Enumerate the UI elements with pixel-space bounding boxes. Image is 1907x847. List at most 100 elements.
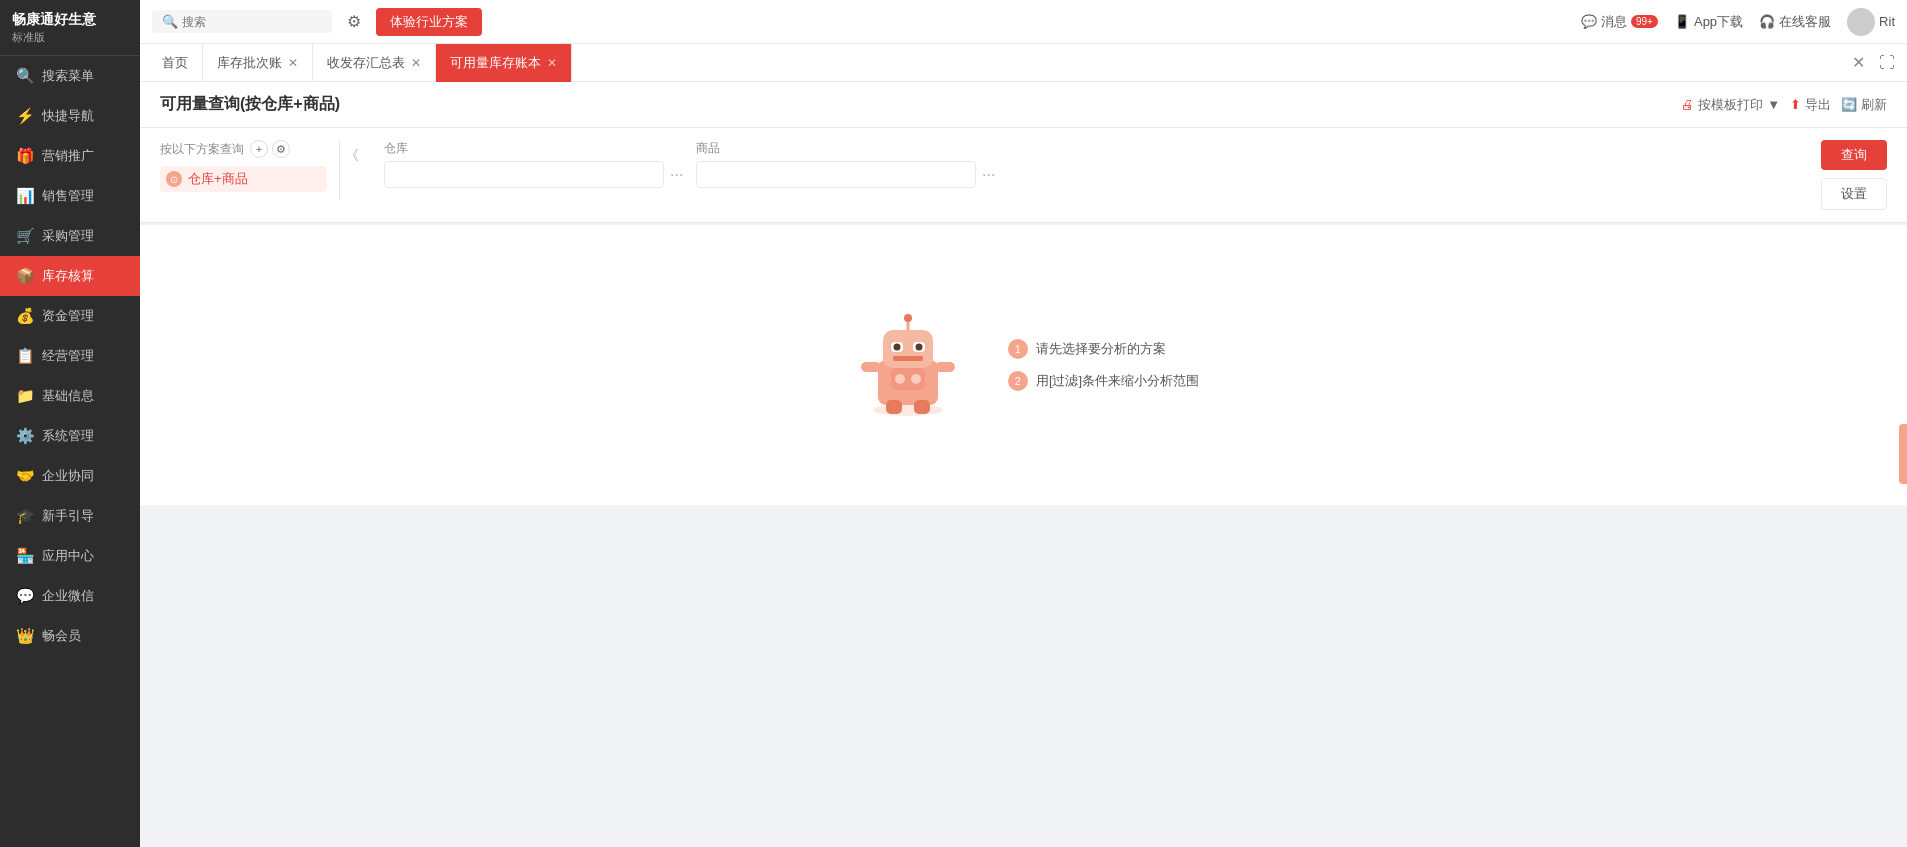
avatar xyxy=(1847,8,1875,36)
warehouse-input[interactable] xyxy=(384,161,664,188)
tab-batch-close-icon[interactable]: ✕ xyxy=(288,56,298,70)
tab-available[interactable]: 可用量库存账本 ✕ xyxy=(436,44,572,82)
tab-expand-icon[interactable]: ⛶ xyxy=(1875,50,1899,76)
tab-close-all-icon[interactable]: ✕ xyxy=(1848,49,1869,76)
sidebar-icon-operation: 📋 xyxy=(16,347,34,365)
sidebar-item-system[interactable]: ⚙️ 系统管理 xyxy=(0,416,140,456)
settings-button[interactable]: 设置 xyxy=(1821,178,1887,210)
sidebar-item-guide[interactable]: 🎓新手引导 xyxy=(0,496,140,536)
scheme-item-warehouse-goods[interactable]: ⊙ 仓库+商品 xyxy=(160,166,327,192)
sidebar-icon-system: ⚙️ xyxy=(16,427,34,445)
sidebar-label-sales: 销售管理 xyxy=(42,187,94,205)
empty-state-content: 1 请先选择要分析的方案 2 用[过滤]条件来缩小分析范围 xyxy=(848,305,1199,425)
export-action[interactable]: ⬆ 导出 xyxy=(1790,96,1831,114)
search-input[interactable] xyxy=(182,15,302,29)
sidebar-item-shortcut[interactable]: ⚡快捷导航 xyxy=(0,96,140,136)
sidebar-item-purchase[interactable]: 🛒采购管理 xyxy=(0,216,140,256)
tab-batch-label: 库存批次账 xyxy=(217,54,282,72)
sidebar-item-search[interactable]: 🔍搜索菜单 xyxy=(0,56,140,96)
goods-field-row: ··· xyxy=(696,161,996,188)
trial-button[interactable]: 体验行业方案 xyxy=(376,8,482,36)
tab-summary[interactable]: 收发存汇总表 ✕ xyxy=(313,44,436,82)
sidebar-item-marketing[interactable]: 🎁 营销推广 xyxy=(0,136,140,176)
tab-home-label: 首页 xyxy=(162,54,188,72)
scheme-settings-button[interactable]: ⚙ xyxy=(272,140,290,158)
sidebar-label-guide: 新手引导 xyxy=(42,507,94,525)
sidebar-item-wechat[interactable]: 💬 企业微信 xyxy=(0,576,140,616)
svg-rect-12 xyxy=(886,400,902,414)
sidebar-logo: 畅康通好生意 标准版 xyxy=(0,0,140,56)
sidebar-label-system: 系统管理 xyxy=(42,427,94,445)
app-label: App下载 xyxy=(1694,13,1743,31)
query-button[interactable]: 查询 xyxy=(1821,140,1887,170)
sidebar-icon-cooperation: 🤝 xyxy=(16,467,34,485)
warehouse-field-label: 仓库 xyxy=(384,140,684,157)
topbar-gear-icon[interactable]: ⚙ xyxy=(340,8,368,36)
filter-label-title: 按以下方案查询 + ⚙ xyxy=(160,140,327,158)
sidebar-item-finance[interactable]: 💰资金管理 xyxy=(0,296,140,336)
hint-number-2: 2 xyxy=(1008,371,1028,391)
sidebar-icon-basic: 📁 xyxy=(16,387,34,405)
topbar-search-box[interactable]: 🔍 xyxy=(152,10,332,33)
filter-fields: 仓库 ··· 商品 ··· xyxy=(364,140,1801,188)
sidebar-nav: 🔍搜索菜单⚡快捷导航 🎁 营销推广 📊销售管理🛒采购管理📦库存核算💰资金管理📋经营管理… xyxy=(0,56,140,847)
topbar: 🔍 ⚙ 体验行业方案 💬 消息 99+ 📱 App下载 🎧 在线客服 Rit xyxy=(140,0,1907,44)
export-label: 导出 xyxy=(1805,96,1831,114)
tabs-bar-end: ✕ ⛶ xyxy=(1848,49,1907,76)
warehouse-more-icon[interactable]: ··· xyxy=(670,166,683,184)
goods-input[interactable] xyxy=(696,161,976,188)
sidebar-logo-sub: 标准版 xyxy=(12,30,128,45)
sidebar-item-inventory[interactable]: 📦库存核算 xyxy=(0,256,140,296)
print-dropdown-icon[interactable]: ▼ xyxy=(1767,97,1780,112)
sidebar-logo-title: 畅康通好生意 xyxy=(12,10,128,30)
tab-summary-close-icon[interactable]: ✕ xyxy=(411,56,421,70)
sidebar: 畅康通好生意 标准版 🔍搜索菜单⚡快捷导航 🎁 营销推广 📊销售管理🛒采购管理📦库存核… xyxy=(0,0,140,847)
scheme-gear-icon: ⚙ xyxy=(276,143,286,156)
refresh-action[interactable]: 🔄 刷新 xyxy=(1841,96,1887,114)
right-scrollbar-indicator[interactable] xyxy=(1899,424,1907,484)
sidebar-item-cooperation[interactable]: 🤝 企业协同 xyxy=(0,456,140,496)
add-icon: + xyxy=(256,143,262,155)
goods-more-icon[interactable]: ··· xyxy=(982,166,995,184)
tab-batch[interactable]: 库存批次账 ✕ xyxy=(203,44,313,82)
tab-available-close-icon[interactable]: ✕ xyxy=(547,56,557,70)
sidebar-label-cooperation: 企业协同 xyxy=(42,467,94,485)
print-label: 按模板打印 xyxy=(1698,96,1763,114)
sidebar-icon-marketing: 🎁 xyxy=(16,147,34,165)
sidebar-item-sales[interactable]: 📊销售管理 xyxy=(0,176,140,216)
sidebar-item-member[interactable]: 👑畅会员 xyxy=(0,616,140,656)
sidebar-label-purchase: 采购管理 xyxy=(42,227,94,245)
empty-state: 1 请先选择要分析的方案 2 用[过滤]条件来缩小分析范围 xyxy=(140,225,1907,505)
tab-available-label: 可用量库存账本 xyxy=(450,54,541,72)
message-icon: 💬 xyxy=(1581,14,1597,29)
service-item[interactable]: 🎧 在线客服 xyxy=(1759,13,1831,31)
message-item[interactable]: 💬 消息 99+ xyxy=(1581,13,1658,31)
user-item[interactable]: Rit xyxy=(1847,8,1895,36)
warehouse-field-row: ··· xyxy=(384,161,684,188)
sidebar-label-marketing: 营销推广 xyxy=(42,147,94,165)
goods-field-label: 商品 xyxy=(696,140,996,157)
tab-home[interactable]: 首页 xyxy=(148,44,203,82)
svg-rect-13 xyxy=(914,400,930,414)
add-scheme-button[interactable]: + xyxy=(250,140,268,158)
hint-text-2: 用[过滤]条件来缩小分析范围 xyxy=(1036,372,1199,390)
sidebar-label-wechat: 企业微信 xyxy=(42,587,94,605)
filter-collapse-button[interactable]: 《 xyxy=(340,144,364,168)
sidebar-icon-search: 🔍 xyxy=(16,67,34,85)
sidebar-item-operation[interactable]: 📋经营管理 xyxy=(0,336,140,376)
page-header-actions: 🖨 按模板打印 ▼ ⬆ 导出 🔄 刷新 xyxy=(1681,96,1887,114)
message-label: 消息 xyxy=(1601,13,1627,31)
svg-point-15 xyxy=(895,374,905,384)
print-action[interactable]: 🖨 按模板打印 ▼ xyxy=(1681,96,1780,114)
sidebar-icon-wechat: 💬 xyxy=(16,587,34,605)
sidebar-label-shortcut: 快捷导航 xyxy=(42,107,94,125)
scheme-label: 仓库+商品 xyxy=(188,170,248,188)
sidebar-item-basic[interactable]: 📁基础信息 xyxy=(0,376,140,416)
app-download-item[interactable]: 📱 App下载 xyxy=(1674,13,1743,31)
app-icon: 📱 xyxy=(1674,14,1690,29)
svg-point-16 xyxy=(911,374,921,384)
collapse-icon: 《 xyxy=(345,147,359,165)
empty-hint-2: 2 用[过滤]条件来缩小分析范围 xyxy=(1008,371,1199,391)
svg-rect-7 xyxy=(893,356,923,361)
sidebar-item-appstore[interactable]: 🏪应用中心 xyxy=(0,536,140,576)
